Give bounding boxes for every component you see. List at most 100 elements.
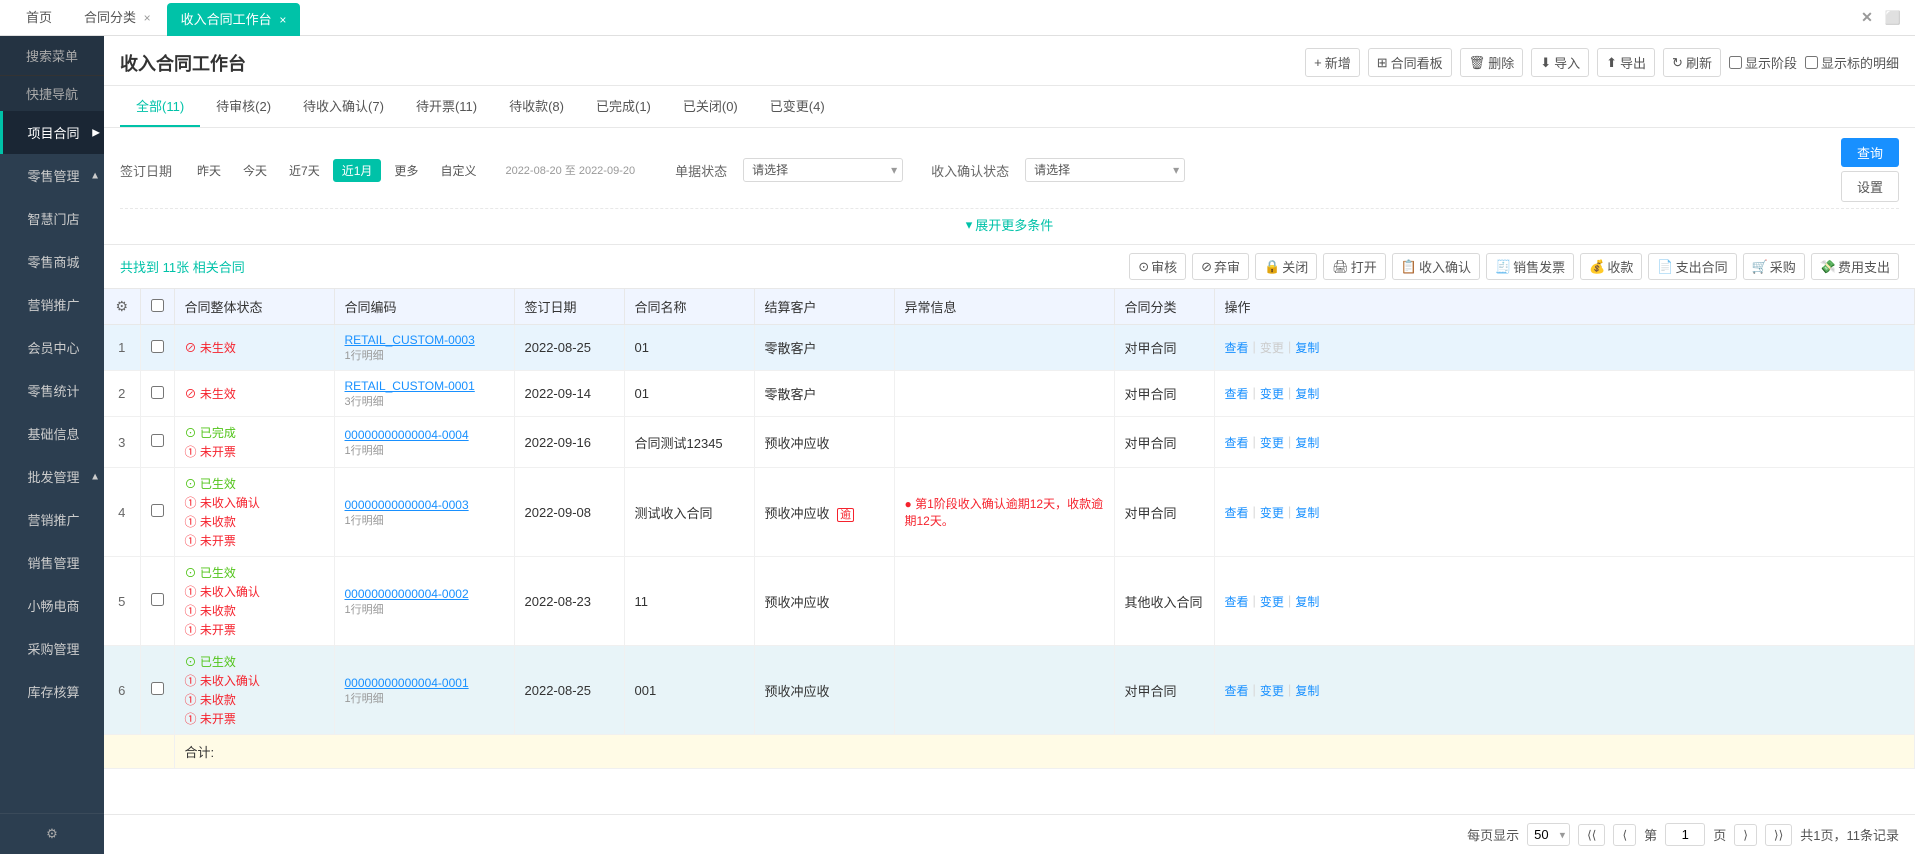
quick-btn-today[interactable]: 今天	[234, 159, 276, 182]
copy-btn[interactable]: 复制	[1295, 339, 1319, 356]
th-checkbox[interactable]	[140, 289, 174, 325]
payment-button[interactable]: 💰 收款	[1580, 253, 1642, 280]
last-page-btn[interactable]: ⟩⟩	[1765, 824, 1792, 846]
sidebar-item-retail-stats[interactable]: 零售统计	[0, 369, 104, 412]
sidebar-item-marketing[interactable]: 营销推广	[0, 283, 104, 326]
view-btn[interactable]: 查看	[1225, 339, 1249, 356]
doc-status-select[interactable]: 请选择	[743, 158, 903, 182]
contract-link[interactable]: RETAIL_CUSTOM-0003	[345, 333, 475, 347]
tab-income-contract[interactable]: 收入合同工作台 ×	[167, 3, 301, 36]
settings-icon[interactable]: ⚙	[115, 298, 128, 314]
row-checkbox[interactable]	[140, 417, 174, 468]
sidebar-item-wholesale[interactable]: 批发管理 ▲	[0, 455, 104, 498]
sidebar-item-retail-mgmt[interactable]: 零售管理 ▲	[0, 154, 104, 197]
delete-button[interactable]: 🗑 删除	[1460, 48, 1524, 77]
sidebar-item-smart-store[interactable]: 智慧门店	[0, 197, 104, 240]
show-detail-checkbox[interactable]: 显示标的明细	[1805, 53, 1899, 72]
quick-btn-custom[interactable]: 自定义	[431, 159, 485, 182]
expense-button[interactable]: 💸 费用支出	[1811, 253, 1899, 280]
sidebar-item-marketing2[interactable]: 营销推广	[0, 498, 104, 541]
sales-invoice-button[interactable]: 🧾 销售发票	[1486, 253, 1574, 280]
edit-btn[interactable]: 变更	[1260, 504, 1284, 521]
copy-btn[interactable]: 复制	[1295, 385, 1319, 402]
edit-btn[interactable]: 变更	[1260, 593, 1284, 610]
th-settings[interactable]: ⚙	[104, 289, 140, 325]
view-btn[interactable]: 查看	[1225, 504, 1249, 521]
first-page-btn[interactable]: ⟨⟨	[1578, 824, 1605, 846]
maximize-icon[interactable]: ⬜	[1881, 10, 1905, 26]
copy-btn[interactable]: 复制	[1295, 434, 1319, 451]
import-button[interactable]: ⬇ 导入	[1531, 48, 1589, 77]
sidebar-search[interactable]: 搜索菜单	[0, 36, 104, 75]
copy-btn[interactable]: 复制	[1295, 593, 1319, 610]
sidebar-item-base-info[interactable]: 基础信息	[0, 412, 104, 455]
quick-btn-yesterday[interactable]: 昨天	[188, 159, 230, 182]
tab-home[interactable]: 首页	[10, 0, 68, 36]
sidebar-item-purchase[interactable]: 采购管理	[0, 627, 104, 670]
close-contract-button[interactable]: 🔒 关闭	[1255, 253, 1317, 280]
tab-pending-confirm[interactable]: 待收入确认(7)	[287, 86, 400, 127]
tab-changed[interactable]: 已变更(4)	[754, 86, 841, 127]
tab-contract-category[interactable]: 合同分类 ×	[68, 0, 167, 36]
copy-btn[interactable]: 复制	[1295, 504, 1319, 521]
edit-btn[interactable]: 变更	[1260, 385, 1284, 402]
row-checkbox[interactable]	[140, 557, 174, 646]
contract-link[interactable]: 00000000000004-0004	[345, 428, 469, 442]
close-tab-income-contract[interactable]: ×	[279, 13, 286, 27]
income-confirm-button[interactable]: 📋 收入确认	[1392, 253, 1480, 280]
page-number-input[interactable]	[1665, 823, 1705, 846]
expand-more-btn[interactable]: ▾ 展开更多条件	[966, 215, 1054, 234]
tab-pending-payment[interactable]: 待收款(8)	[493, 86, 580, 127]
per-page-select[interactable]: 50	[1527, 823, 1570, 846]
query-button[interactable]: 查询	[1841, 138, 1899, 167]
view-btn[interactable]: 查看	[1225, 593, 1249, 610]
row-checkbox[interactable]	[140, 325, 174, 371]
sidebar-item-retail-mall[interactable]: 零售商城	[0, 240, 104, 283]
export-button[interactable]: ⬆ 导出	[1597, 48, 1655, 77]
sidebar-item-sales-mgmt[interactable]: 销售管理	[0, 541, 104, 584]
tab-all[interactable]: 全部(11)	[120, 86, 200, 127]
edit-btn[interactable]: 变更	[1260, 339, 1284, 356]
sidebar-settings[interactable]: ⚙	[0, 813, 104, 854]
view-btn[interactable]: 查看	[1225, 682, 1249, 699]
close-tab-contract-category[interactable]: ×	[144, 11, 151, 25]
quick-btn-1month[interactable]: 近1月	[333, 159, 382, 182]
prev-page-btn[interactable]: ⟨	[1613, 824, 1636, 846]
sidebar-quick-nav[interactable]: 快捷导航	[0, 75, 104, 111]
contract-link[interactable]: 00000000000004-0001	[345, 676, 469, 690]
expense-contract-button[interactable]: 📄 支出合同	[1648, 253, 1736, 280]
audit-button[interactable]: ⊙ 审核	[1129, 253, 1186, 280]
open-button[interactable]: 🖨 打开	[1323, 253, 1386, 280]
purchase-button[interactable]: 🛒 采购	[1743, 253, 1805, 280]
edit-btn[interactable]: 变更	[1260, 434, 1284, 451]
close-window-icon[interactable]: ✕	[1853, 9, 1881, 26]
view-btn[interactable]: 查看	[1225, 434, 1249, 451]
contract-link[interactable]: 00000000000004-0003	[345, 498, 469, 512]
tab-pending-review[interactable]: 待审核(2)	[200, 86, 287, 127]
sidebar-item-inventory[interactable]: 库存核算	[0, 670, 104, 713]
cancel-audit-button[interactable]: ⊘ 弃审	[1192, 253, 1249, 280]
tab-completed[interactable]: 已完成(1)	[580, 86, 667, 127]
quick-btn-more[interactable]: 更多	[385, 159, 427, 182]
quick-btn-7days[interactable]: 近7天	[280, 159, 329, 182]
edit-btn[interactable]: 变更	[1260, 682, 1284, 699]
refresh-button[interactable]: ↻ 刷新	[1663, 48, 1721, 77]
income-confirm-select[interactable]: 请选择	[1025, 158, 1185, 182]
row-checkbox[interactable]	[140, 468, 174, 557]
kanban-button[interactable]: ⊞ 合同看板	[1368, 48, 1452, 77]
contract-link[interactable]: RETAIL_CUSTOM-0001	[345, 379, 475, 393]
tab-pending-invoice[interactable]: 待开票(11)	[400, 86, 493, 127]
select-all-checkbox[interactable]	[151, 299, 164, 312]
row-checkbox[interactable]	[140, 371, 174, 417]
sidebar-item-ecommerce[interactable]: 小畅电商	[0, 584, 104, 627]
next-page-btn[interactable]: ⟩	[1734, 824, 1757, 846]
sidebar-item-project-contract[interactable]: 项目合同 ▶	[0, 111, 104, 154]
view-btn[interactable]: 查看	[1225, 385, 1249, 402]
row-checkbox[interactable]	[140, 646, 174, 735]
setting-button[interactable]: 设置	[1841, 171, 1899, 202]
add-button[interactable]: + 新增	[1305, 48, 1360, 77]
tab-closed[interactable]: 已关闭(0)	[667, 86, 754, 127]
sidebar-item-member[interactable]: 会员中心	[0, 326, 104, 369]
contract-link[interactable]: 00000000000004-0002	[345, 587, 469, 601]
show-stage-checkbox[interactable]: 显示阶段	[1729, 53, 1797, 72]
